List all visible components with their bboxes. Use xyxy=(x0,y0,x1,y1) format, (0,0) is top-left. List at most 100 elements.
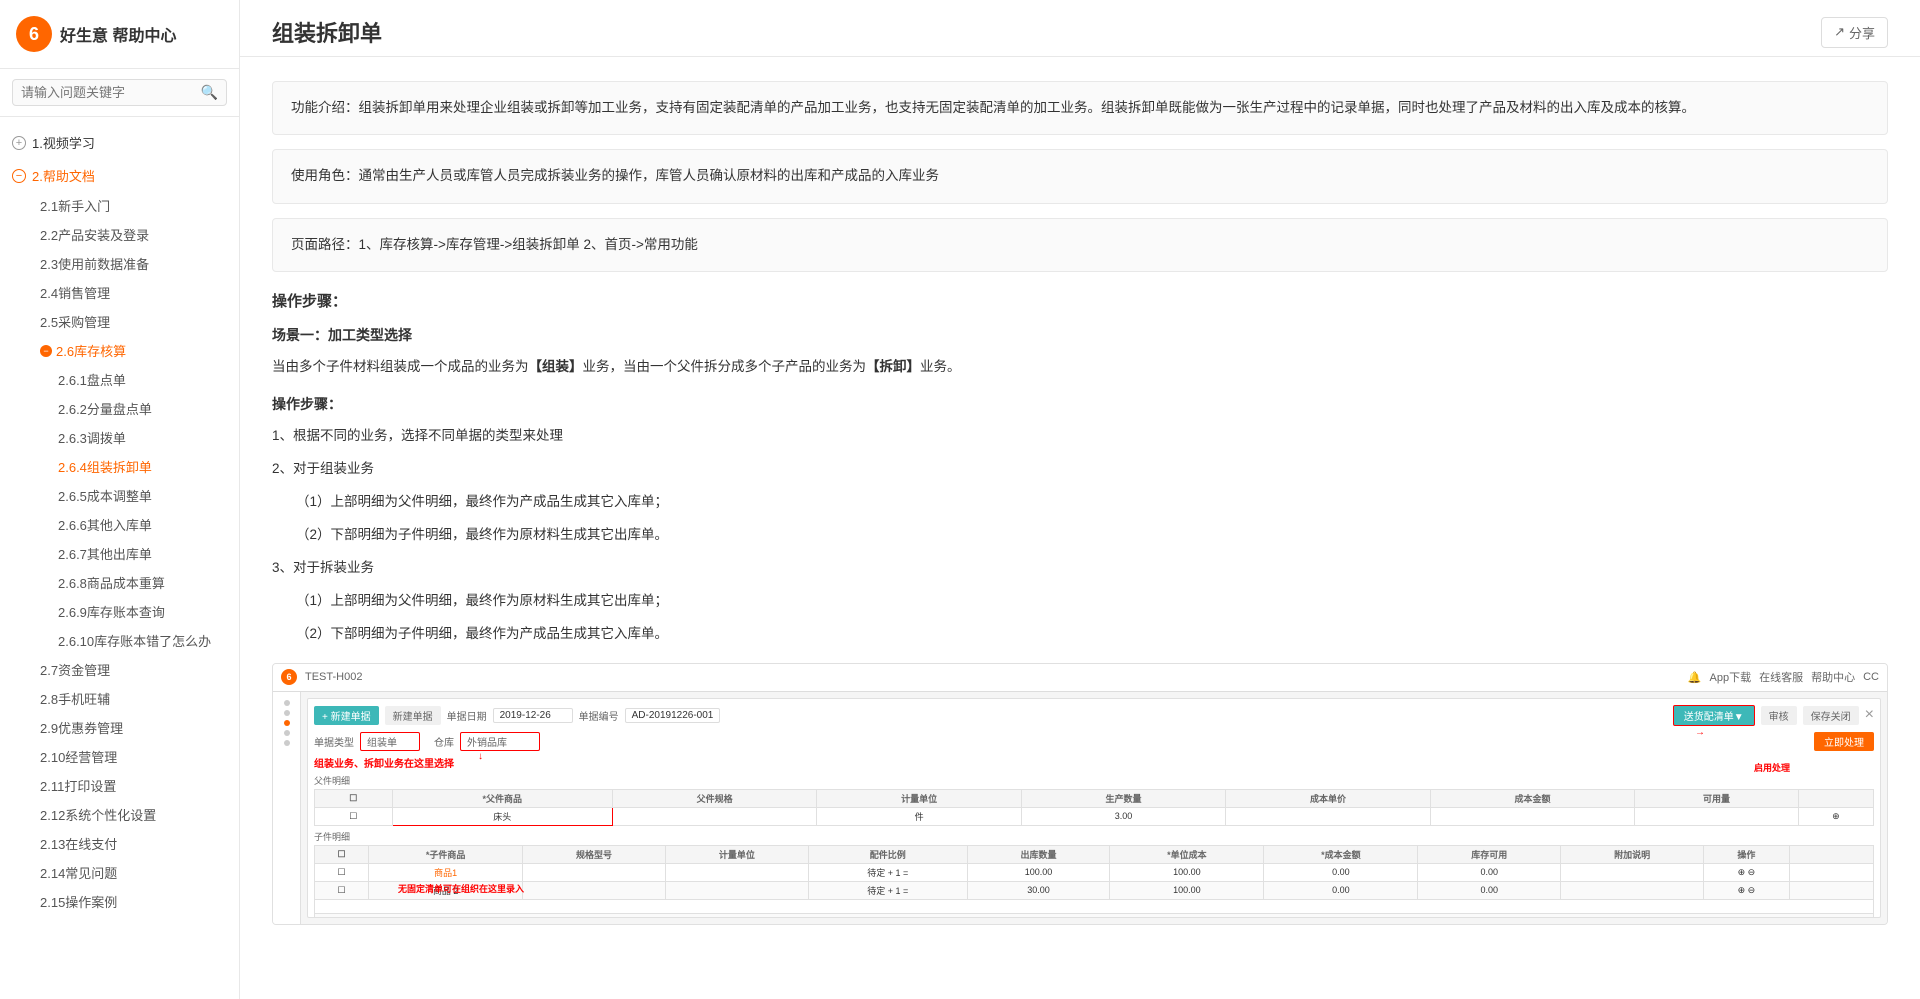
main-header: 组装拆卸单 ↗ 分享 xyxy=(240,0,1920,57)
erp-store-label: 仓库 xyxy=(434,734,454,749)
sidebar-item-video[interactable]: + 1.视频学习 xyxy=(0,127,239,158)
ltd-avail1: 0.00 xyxy=(1418,863,1561,881)
erp-lower-table: ☐ *子件商品 规格型号 计量单位 配件比例 出库数量 *单位成本 *成本金额 xyxy=(314,845,1874,918)
ltd-spec1 xyxy=(523,863,666,881)
erp-close[interactable]: × xyxy=(1865,706,1874,724)
erp-card: + 新建单据 新建单据 单据日期 2019-12-26 单据编号 AD-2019… xyxy=(307,698,1881,918)
step-3: 3、对于拆装业务 xyxy=(272,554,1888,581)
erp-nav-dot-2 xyxy=(284,710,290,716)
sidebar-item-purchase[interactable]: 2.5采购管理 xyxy=(28,307,239,336)
lth-cost: *单位成本 xyxy=(1110,845,1264,863)
sidebar-item-inventory-262[interactable]: 2.6.2分量盘点单 xyxy=(46,394,239,423)
td-check: ☐ xyxy=(315,807,393,825)
sidebar-item-inventory-2610[interactable]: 2.6.10库存账本错了怎么办 xyxy=(46,626,239,655)
erp-annotation-row: 组装业务、拆卸业务在这里选择 xyxy=(314,755,1874,770)
annotation-assemble: 组装业务、拆卸业务在这里选择 xyxy=(314,755,454,770)
lth-ratio: 配件比例 xyxy=(808,845,967,863)
sidebar-item-operation[interactable]: 2.10经营管理 xyxy=(28,742,239,771)
arrow-down-1: ↓ xyxy=(478,751,483,762)
sidebar-item-inventory-267[interactable]: 2.6.7其他出库单 xyxy=(46,539,239,568)
erp-nav-dot-3 xyxy=(284,720,290,726)
scenario1-steps-title: 操作步骤： xyxy=(272,394,1888,414)
erp-tab-list: 新建单据 xyxy=(385,706,441,725)
erp-upper-table-label: 父件明细 xyxy=(314,774,1874,787)
sidebar-item-install[interactable]: 2.2产品安装及登录 xyxy=(28,220,239,249)
erp-field-date: 2019-12-26 xyxy=(493,708,573,723)
sidebar-item-inventory-265[interactable]: 2.6.5成本调整单 xyxy=(46,481,239,510)
sidebar-item-payment[interactable]: 2.13在线支付 xyxy=(28,829,239,858)
erp-left-nav xyxy=(273,692,301,924)
scenario1-desc: 当由多个子件材料组装成一个成品的业务为【组装】业务，当由一个父件拆分成多个子产品… xyxy=(272,353,1888,380)
lth-remark: 附加说明 xyxy=(1561,845,1704,863)
sidebar-item-prepare[interactable]: 2.3使用前数据准备 xyxy=(28,249,239,278)
page-title: 组装拆卸单 xyxy=(272,16,382,48)
sidebar-item-sales[interactable]: 2.4销售管理 xyxy=(28,278,239,307)
table-row xyxy=(315,899,1874,913)
ltd-ops1: ⊕ ⊖ xyxy=(1704,863,1790,881)
sidebar-item-mobile[interactable]: 2.8手机旺辅 xyxy=(28,684,239,713)
erp-confirm-btn: 立即处理 xyxy=(1814,732,1874,751)
path-text: 页面路径：1、库存核算->库存管理->组装拆卸单 2、首页->常用功能 xyxy=(291,237,698,252)
sidebar-item-inventory-261[interactable]: 2.6.1盘点单 xyxy=(46,365,239,394)
erp-field-label-date: 单据日期 xyxy=(447,708,487,723)
sidebar-item-print[interactable]: 2.11打印设置 xyxy=(28,771,239,800)
sidebar-item-personalize[interactable]: 2.12系统个性化设置 xyxy=(28,800,239,829)
screenshot-inner: 6 TEST-H002 🔔 App下载 在线客服 帮助中心 CC xyxy=(273,664,1887,924)
erp-type-row: 单据类型 组装单 仓库 外销品库 立即处理 xyxy=(314,732,1874,751)
step-3-1: （1）上部明细为父件明细，最终作为原材料生成其它出库单； xyxy=(272,587,1888,614)
ltd-unit2 xyxy=(665,881,808,899)
app-title: 好生意 帮助中心 xyxy=(60,22,176,46)
sidebar-item-docs[interactable]: − 2.帮助文档 xyxy=(0,160,239,191)
sidebar-item-inventory-264[interactable]: 2.6.4组装拆卸单 xyxy=(46,452,239,481)
lth-qty: 出库数量 xyxy=(967,845,1110,863)
table-row: ☐ 床头 件 3.00 ⊕ xyxy=(315,807,1874,825)
ltd-remark2 xyxy=(1561,881,1704,899)
erp-tab-action: 审核 xyxy=(1761,706,1797,725)
erp-nav2: App下载 xyxy=(1710,669,1752,685)
sidebar-item-newbie[interactable]: 2.1新手入门 xyxy=(28,191,239,220)
td-spec xyxy=(612,807,816,825)
erp-nav-dot-4 xyxy=(284,730,290,736)
sidebar-item-finance[interactable]: 2.7资金管理 xyxy=(28,655,239,684)
ltd-check1: ☐ xyxy=(315,863,369,881)
sidebar-item-inventory-266[interactable]: 2.6.6其他入库单 xyxy=(46,510,239,539)
sidebar-item-cases[interactable]: 2.15操作案例 xyxy=(28,887,239,916)
sidebar-item-inventory[interactable]: − 2.6库存核算 xyxy=(28,336,239,365)
td-cost-val xyxy=(1226,807,1430,825)
ltd-total1: 0.00 xyxy=(1264,863,1418,881)
erp-nav5: CC xyxy=(1863,671,1879,683)
logo-icon: 6 xyxy=(16,16,52,52)
sidebar-item-inventory-268[interactable]: 2.6.8商品成本重算 xyxy=(46,568,239,597)
lth-unit: 计量单位 xyxy=(665,845,808,863)
sidebar-item-inventory-269[interactable]: 2.6.9库存账本查询 xyxy=(46,597,239,626)
search-input[interactable] xyxy=(21,85,201,100)
sidebar-item-faq[interactable]: 2.14常见问题 xyxy=(28,858,239,887)
erp-type-field: 组装单 xyxy=(360,732,420,751)
sidebar-item-inventory-263[interactable]: 2.6.3调拨单 xyxy=(46,423,239,452)
th-cost: 成本单价 xyxy=(1226,789,1430,807)
ltd-check2: ☐ xyxy=(315,881,369,899)
scenario1-title-text: 场景一：加工类型选择 xyxy=(272,327,412,343)
arrow-right-1: → xyxy=(1695,727,1705,738)
erp-nav3: 在线客服 xyxy=(1759,669,1803,685)
erp-card-header: + 新建单据 新建单据 单据日期 2019-12-26 单据编号 AD-2019… xyxy=(314,705,1874,726)
search-box[interactable]: 🔍 xyxy=(12,79,227,106)
ltd-ops2: ⊕ ⊖ xyxy=(1704,881,1790,899)
sidebar-item-coupon[interactable]: 2.9优惠券管理 xyxy=(28,713,239,742)
erp-screen: 6 TEST-H002 🔔 App下载 在线客服 帮助中心 CC xyxy=(273,664,1887,924)
th-avail: 可用量 xyxy=(1635,789,1799,807)
th-count: 生产数量 xyxy=(1021,789,1225,807)
erp-field-num: AD-20191226-001 xyxy=(625,708,721,723)
share-button[interactable]: ↗ 分享 xyxy=(1821,17,1888,48)
nav-section-docs: − 2.帮助文档 2.1新手入门 2.2产品安装及登录 2.3使用前数据准备 2… xyxy=(0,160,239,916)
ltd-spec2 xyxy=(523,881,666,899)
ltd-ratio1: 待定 + 1 = xyxy=(808,863,967,881)
ltd-ratio2: 待定 + 1 = xyxy=(808,881,967,899)
th-spec: 父件规格 xyxy=(612,789,816,807)
td-avail-val xyxy=(1635,807,1799,825)
erp-upper-table: ☐ *父件商品 父件规格 计量单位 生产数量 成本单价 成本金额 可用量 xyxy=(314,789,1874,826)
erp-company: TEST-H002 xyxy=(305,671,362,683)
ltd-avail2: 0.00 xyxy=(1418,881,1561,899)
plus-icon: + xyxy=(12,136,26,150)
ltd-icon1 xyxy=(1789,863,1873,881)
